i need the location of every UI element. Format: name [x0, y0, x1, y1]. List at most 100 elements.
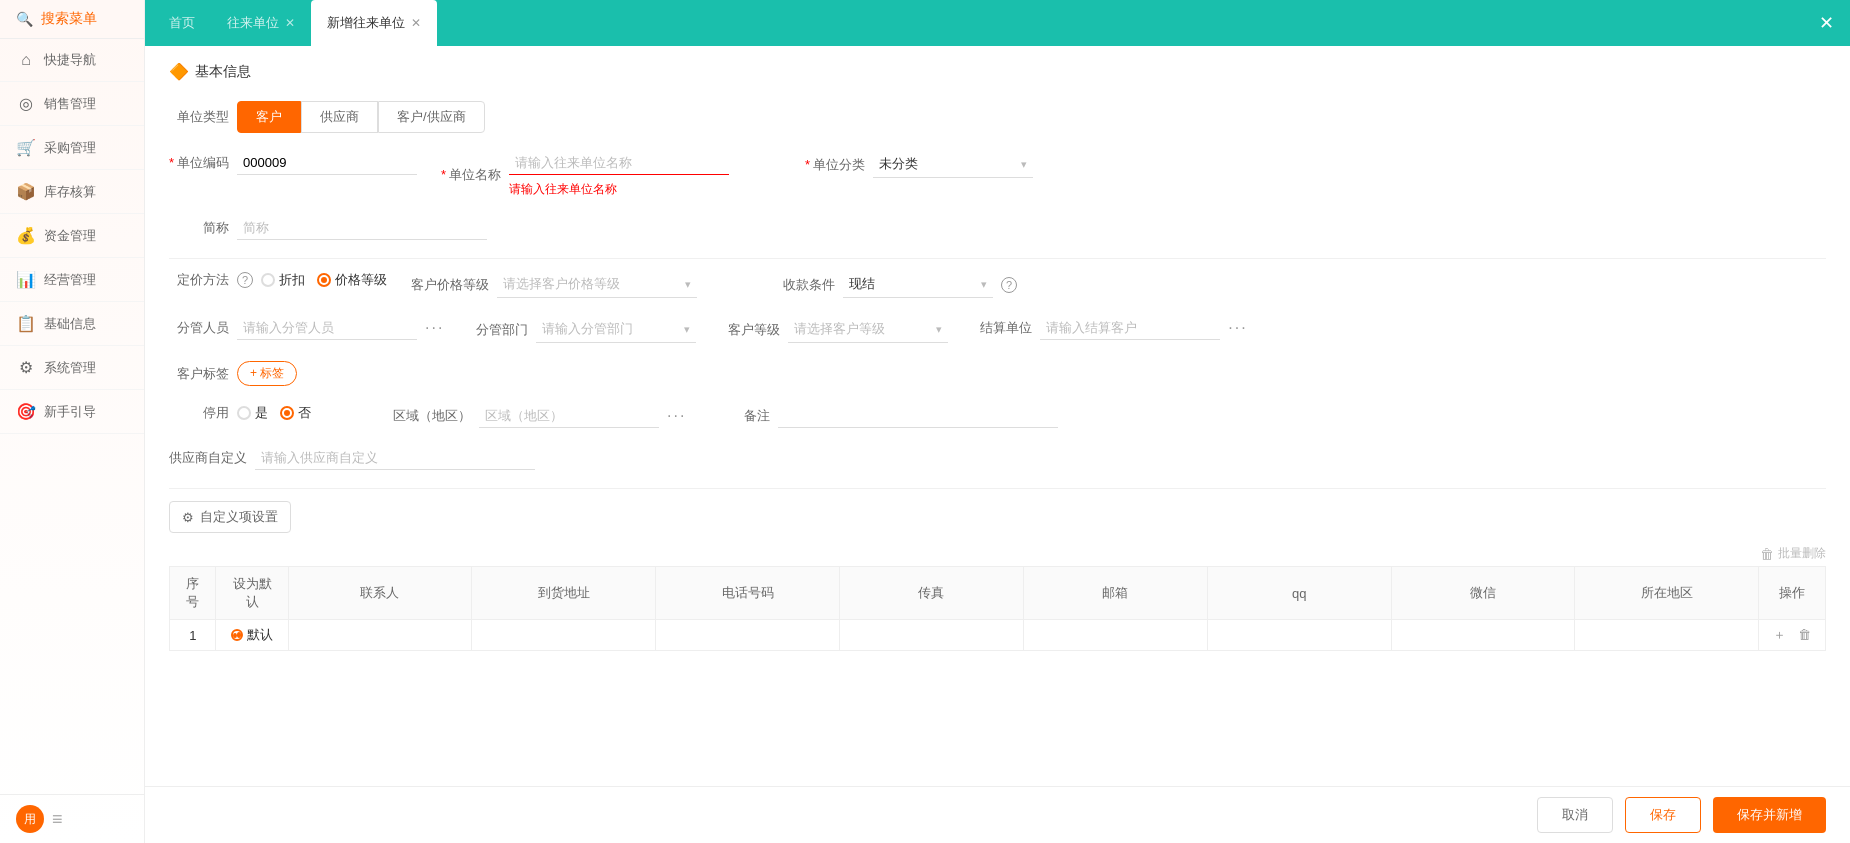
- supplier-custom-group: 供应商自定义: [169, 446, 535, 470]
- address-input[interactable]: [482, 628, 645, 643]
- unit-type-label: 单位类型: [169, 108, 229, 126]
- delete-row-btn[interactable]: 🗑: [1798, 627, 1811, 642]
- add-row-btn[interactable]: ＋: [1773, 627, 1786, 642]
- tab-partners[interactable]: 往来单位 ✕: [211, 0, 311, 46]
- unit-category-select[interactable]: 未分类 ▾: [873, 151, 1033, 178]
- row-default-radio[interactable]: [231, 629, 243, 641]
- unit-btn-supplier[interactable]: 供应商: [301, 101, 378, 133]
- unit-btn-both[interactable]: 客户/供应商: [378, 101, 485, 133]
- manager-dots-btn[interactable]: ···: [425, 319, 444, 337]
- unit-type-buttons: 客户 供应商 客户/供应商: [237, 101, 485, 133]
- contact-input[interactable]: [299, 628, 462, 643]
- save-add-button[interactable]: 保存并新增: [1713, 797, 1826, 833]
- payment-terms-select[interactable]: 现结 ▾: [843, 271, 993, 298]
- remarks-input[interactable]: [778, 404, 1058, 428]
- row-contact[interactable]: [288, 620, 472, 651]
- customer-price-level-select[interactable]: 请选择客户价格等级 ▾: [497, 271, 697, 298]
- short-name-label: 简称: [169, 219, 229, 237]
- payment-terms-label: 收款条件: [775, 276, 835, 294]
- wechat-input[interactable]: [1402, 628, 1565, 643]
- tab-new-partner-label: 新增往来单位: [327, 14, 405, 32]
- disabled-no-radio[interactable]: 否: [280, 404, 311, 422]
- price-level-label: 价格等级: [335, 271, 387, 289]
- settlement-unit-label: 结算单位: [972, 319, 1032, 337]
- sidebar-label-guide: 新手引导: [44, 403, 96, 421]
- tab-bar: 首页 往来单位 ✕ 新增往来单位 ✕ ✕: [145, 0, 1850, 46]
- email-input[interactable]: [1034, 628, 1197, 643]
- payment-help-icon[interactable]: ?: [1001, 277, 1017, 293]
- settlement-unit-input[interactable]: [1040, 316, 1220, 340]
- sidebar-item-system[interactable]: ⚙ 系统管理: [0, 346, 144, 390]
- pricing-price-level-radio[interactable]: 价格等级: [317, 271, 387, 289]
- sidebar-item-inventory[interactable]: 📦 库存核算: [0, 170, 144, 214]
- row-fax[interactable]: [840, 620, 1024, 651]
- pricing-discount-radio[interactable]: 折扣: [261, 271, 305, 289]
- divider-1: [169, 258, 1826, 259]
- department-select[interactable]: 请输入分管部门 ▾: [536, 316, 696, 343]
- region-label: 区域（地区）: [393, 407, 471, 425]
- inventory-icon: 📦: [16, 182, 36, 201]
- supplier-custom-input[interactable]: [255, 446, 535, 470]
- cancel-button[interactable]: 取消: [1537, 797, 1613, 833]
- sidebar-expand-icon[interactable]: ≡: [52, 809, 63, 830]
- department-label: 分管部门: [468, 321, 528, 339]
- region-input[interactable]: [479, 404, 659, 428]
- home-icon: ⌂: [16, 51, 36, 69]
- pricing-method-group: 定价方法 ? 折扣 价格等级: [169, 271, 387, 289]
- sidebar-label-operations: 经营管理: [44, 271, 96, 289]
- customer-level-label: 客户等级: [720, 321, 780, 339]
- sales-icon: ◎: [16, 94, 36, 113]
- unit-name-input[interactable]: [509, 151, 729, 175]
- settlement-dots-btn[interactable]: ···: [1228, 319, 1247, 337]
- unit-type-group-container: 单位类型 客户 供应商 客户/供应商: [169, 101, 485, 133]
- search-menu-btn[interactable]: 🔍 搜索菜单: [0, 0, 144, 39]
- pricing-help-icon[interactable]: ?: [237, 272, 253, 288]
- tab-new-partner[interactable]: 新增往来单位 ✕: [311, 0, 437, 46]
- sidebar-item-sales[interactable]: ◎ 销售管理: [0, 82, 144, 126]
- row-phone[interactable]: [656, 620, 840, 651]
- save-button[interactable]: 保存: [1625, 797, 1701, 833]
- remarks-group: 备注: [710, 404, 1058, 428]
- settlement-unit-group: 结算单位 ···: [972, 316, 1247, 340]
- section-header: 🔶 基本信息: [169, 62, 1826, 81]
- custom-settings-btn[interactable]: ⚙ 自定义项设置: [169, 501, 291, 533]
- sidebar-item-operations[interactable]: 📊 经营管理: [0, 258, 144, 302]
- manager-input[interactable]: [237, 316, 417, 340]
- section-title: 基本信息: [195, 63, 251, 81]
- sidebar-item-guide[interactable]: 🎯 新手引导: [0, 390, 144, 434]
- disabled-row: 停用 是 否 区域（地区） ··· 备注: [169, 404, 1826, 428]
- tab-partners-label: 往来单位: [227, 14, 279, 32]
- row-email[interactable]: [1023, 620, 1207, 651]
- customer-price-level-group: 客户价格等级 请选择客户价格等级 ▾: [411, 271, 751, 298]
- region-dots-btn[interactable]: ···: [667, 407, 686, 425]
- customer-level-select[interactable]: 请选择客户等级 ▾: [788, 316, 948, 343]
- tab-partners-close[interactable]: ✕: [285, 16, 295, 30]
- row-wechat[interactable]: [1391, 620, 1575, 651]
- unit-btn-customer[interactable]: 客户: [237, 101, 301, 133]
- phone-input[interactable]: [666, 628, 829, 643]
- sidebar-item-purchase[interactable]: 🛒 采购管理: [0, 126, 144, 170]
- sidebar-item-finance[interactable]: 💰 资金管理: [0, 214, 144, 258]
- main-close-btn[interactable]: ✕: [1819, 12, 1834, 34]
- region-table-input[interactable]: [1585, 628, 1748, 643]
- col-phone: 电话号码: [656, 567, 840, 620]
- manager-group: 分管人员 ···: [169, 316, 444, 340]
- unit-code-input[interactable]: [237, 151, 417, 175]
- unit-category-group: 单位分类 未分类 ▾: [805, 151, 1033, 178]
- qq-input[interactable]: [1218, 628, 1381, 643]
- row-region[interactable]: [1575, 620, 1759, 651]
- row-qq[interactable]: [1207, 620, 1391, 651]
- fax-input[interactable]: [850, 628, 1013, 643]
- disabled-yes-radio[interactable]: 是: [237, 404, 268, 422]
- row-address[interactable]: [472, 620, 656, 651]
- tab-new-partner-close[interactable]: ✕: [411, 16, 421, 30]
- system-icon: ⚙: [16, 358, 36, 377]
- sidebar-item-basic-info[interactable]: 📋 基础信息: [0, 302, 144, 346]
- tab-home[interactable]: 首页: [153, 0, 211, 46]
- disabled-radio-group: 是 否: [237, 404, 311, 422]
- add-tag-btn[interactable]: + 标签: [237, 361, 297, 386]
- short-name-input[interactable]: [237, 216, 487, 240]
- sidebar-item-quick-nav[interactable]: ⌂ 快捷导航: [0, 39, 144, 82]
- batch-delete-label[interactable]: 批量删除: [1778, 545, 1826, 562]
- unit-name-col: 请输入往来单位名称: [509, 151, 729, 198]
